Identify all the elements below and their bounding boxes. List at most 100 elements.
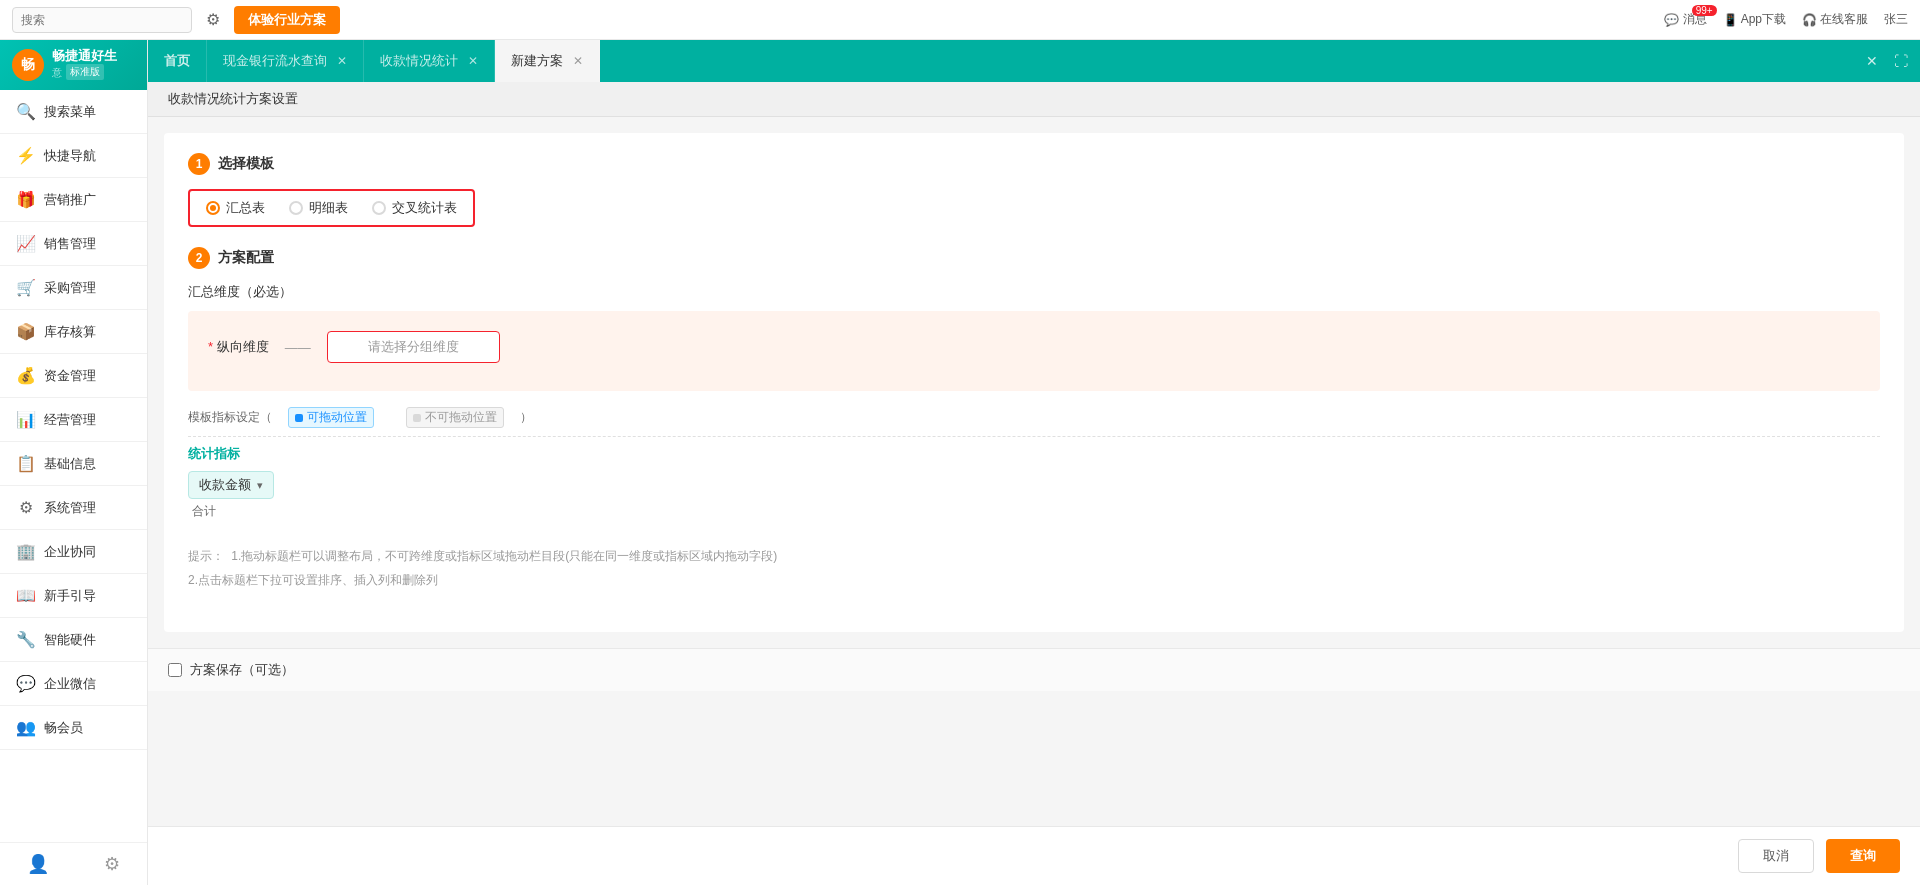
sidebar-item-system[interactable]: ⚙ 系统管理 xyxy=(0,486,147,530)
tip1-row: 提示： 1.拖动标题栏可以调整布局，不可跨维度或指标区域拖动栏目段(只能在同一维… xyxy=(188,544,1880,568)
dimension-arrow: —— xyxy=(285,340,311,355)
search-icon: 🔍 xyxy=(16,102,36,121)
radio-detail[interactable] xyxy=(289,201,303,215)
top-header: ⚙ 体验行业方案 💬 消息 99+ 📱 App下载 🎧 在线客服 张三 xyxy=(0,0,1920,40)
sidebar-label-guide: 新手引导 xyxy=(44,587,96,605)
tab-home[interactable]: 首页 xyxy=(148,40,207,82)
tab-receipts-label: 收款情况统计 xyxy=(380,52,458,70)
sidebar-item-wechat[interactable]: 💬 企业微信 xyxy=(0,662,147,706)
dimension-row: * 纵向维度 —— 请选择分组维度 xyxy=(208,331,1860,363)
tab-bar: 首页 现金银行流水查询 ✕ 收款情况统计 ✕ 新建方案 ✕ ✕ ⛶ xyxy=(148,40,1920,82)
tab-receipts[interactable]: 收款情况统计 ✕ xyxy=(364,40,495,82)
draggable-dot xyxy=(295,414,303,422)
step1-title: 1 选择模板 xyxy=(188,153,1880,175)
template-detail-label: 明细表 xyxy=(309,199,348,217)
query-button[interactable]: 查询 xyxy=(1826,839,1900,873)
tab-bar-right: ✕ ⛶ xyxy=(1862,40,1920,82)
sidebar-item-enterprise[interactable]: 🏢 企业协同 xyxy=(0,530,147,574)
industry-btn[interactable]: 体验行业方案 xyxy=(234,6,340,34)
sidebar-item-purchase[interactable]: 🛒 采购管理 xyxy=(0,266,147,310)
hardware-icon: 🔧 xyxy=(16,630,36,649)
step1-num: 1 xyxy=(188,153,210,175)
draggable-badge: 可拖动位置 xyxy=(288,407,374,428)
tab-maximize-btn[interactable]: ⛶ xyxy=(1890,49,1912,73)
content-area: 首页 现金银行流水查询 ✕ 收款情况统计 ✕ 新建方案 ✕ ✕ ⛶ xyxy=(148,40,1920,885)
template-summary-label: 汇总表 xyxy=(226,199,265,217)
tab-new-plan-close[interactable]: ✕ xyxy=(573,54,583,68)
tip2-text: 2.点击标题栏下拉可设置排序、插入列和删除列 xyxy=(188,573,438,587)
template-cross-label: 交叉统计表 xyxy=(392,199,457,217)
sidebar-label-basic-info: 基础信息 xyxy=(44,455,96,473)
step2-num: 2 xyxy=(188,247,210,269)
marketing-icon: 🎁 xyxy=(16,190,36,209)
sidebar-item-member[interactable]: 👥 畅会员 xyxy=(0,706,147,750)
user-name[interactable]: 张三 xyxy=(1884,11,1908,28)
template-cross[interactable]: 交叉统计表 xyxy=(372,199,457,217)
cancel-button[interactable]: 取消 xyxy=(1738,839,1814,873)
online-service-link[interactable]: 🎧 在线客服 xyxy=(1802,11,1868,28)
sidebar-label-hardware: 智能硬件 xyxy=(44,631,96,649)
radio-cross[interactable] xyxy=(372,201,386,215)
purchase-icon: 🛒 xyxy=(16,278,36,297)
edition-badge: 标准版 xyxy=(66,64,104,80)
non-draggable-label: 不可拖动位置 xyxy=(425,409,497,426)
gear-button[interactable]: ⚙ xyxy=(200,7,226,33)
guide-icon: 📖 xyxy=(16,586,36,605)
tab-new-plan[interactable]: 新建方案 ✕ xyxy=(495,40,600,82)
sidebar-item-basic-info[interactable]: 📋 基础信息 xyxy=(0,442,147,486)
app-icon: 📱 xyxy=(1723,13,1738,27)
step1-section: 1 选择模板 汇总表 明细表 xyxy=(188,153,1880,227)
tab-home-label: 首页 xyxy=(164,52,190,70)
radio-summary[interactable] xyxy=(206,201,220,215)
save-checkbox[interactable] xyxy=(168,663,182,677)
save-section: 方案保存（可选） xyxy=(148,648,1920,691)
page-header: 收款情况统计方案设置 xyxy=(148,82,1920,117)
template-detail[interactable]: 明细表 xyxy=(289,199,348,217)
tab-cashflow[interactable]: 现金银行流水查询 ✕ xyxy=(207,40,364,82)
form-container: 1 选择模板 汇总表 明细表 xyxy=(164,133,1904,632)
page-body: 收款情况统计方案设置 1 选择模板 汇总表 xyxy=(148,82,1920,826)
sidebar-label-enterprise: 企业协同 xyxy=(44,543,96,561)
step1-label: 选择模板 xyxy=(218,155,274,173)
sidebar-label-wechat: 企业微信 xyxy=(44,675,96,693)
chevron-down-icon: ▾ xyxy=(257,479,263,492)
sidebar-item-guide[interactable]: 📖 新手引导 xyxy=(0,574,147,618)
sidebar-item-operations[interactable]: 📊 经营管理 xyxy=(0,398,147,442)
save-label: 方案保存（可选） xyxy=(190,661,294,679)
dimension-placeholder[interactable]: 请选择分组维度 xyxy=(327,331,500,363)
metrics-divider xyxy=(188,436,1880,437)
sidebar-item-quick-nav[interactable]: ⚡ 快捷导航 xyxy=(0,134,147,178)
metrics-label: 统计指标 xyxy=(188,445,1880,463)
sidebar-person-icon[interactable]: 👤 xyxy=(27,853,49,875)
logo-area: 畅 畅捷通好生 意 标准版 xyxy=(0,40,147,90)
logo-text: 畅捷通好生 xyxy=(52,48,117,64)
tab-receipts-close[interactable]: ✕ xyxy=(468,54,478,68)
sidebar-item-inventory[interactable]: 📦 库存核算 xyxy=(0,310,147,354)
tab-close-all-btn[interactable]: ✕ xyxy=(1862,49,1882,73)
sidebar-label-inventory: 库存核算 xyxy=(44,323,96,341)
sidebar-label-finance: 资金管理 xyxy=(44,367,96,385)
message-badge[interactable]: 💬 消息 99+ xyxy=(1664,11,1707,28)
sidebar-item-search[interactable]: 🔍 搜索菜单 xyxy=(0,90,147,134)
sidebar-item-sales[interactable]: 📈 销售管理 xyxy=(0,222,147,266)
tip2-row: 2.点击标题栏下拉可设置排序、插入列和删除列 xyxy=(188,568,1880,592)
metric-tag-container: 收款金额 ▾ 合计 xyxy=(188,471,1880,520)
sidebar-item-hardware[interactable]: 🔧 智能硬件 xyxy=(0,618,147,662)
app-download-link[interactable]: 📱 App下载 xyxy=(1723,11,1786,28)
member-icon: 👥 xyxy=(16,718,36,737)
dimension-area: * 纵向维度 —— 请选择分组维度 xyxy=(188,311,1880,391)
dimension-title: 汇总维度（必选） xyxy=(188,283,1880,301)
search-input[interactable] xyxy=(12,7,192,33)
sidebar-label-search: 搜索菜单 xyxy=(44,103,96,121)
tip1-text: 1.拖动标题栏可以调整布局，不可跨维度或指标区域拖动栏目段(只能在同一维度或指标… xyxy=(231,549,777,563)
template-summary[interactable]: 汇总表 xyxy=(206,199,265,217)
sidebar-item-finance[interactable]: 💰 资金管理 xyxy=(0,354,147,398)
tips-title-label: 提示： xyxy=(188,549,224,563)
sidebar-item-marketing[interactable]: 🎁 营销推广 xyxy=(0,178,147,222)
main-container: 畅 畅捷通好生 意 标准版 🔍 搜索菜单 ⚡ 快捷导航 🎁 营销推广 📈 销售管… xyxy=(0,40,1920,885)
tab-cashflow-close[interactable]: ✕ xyxy=(337,54,347,68)
sidebar-settings-icon[interactable]: ⚙ xyxy=(104,853,120,875)
inventory-icon: 📦 xyxy=(16,322,36,341)
basic-info-icon: 📋 xyxy=(16,454,36,473)
metric-tag-amount[interactable]: 收款金额 ▾ xyxy=(188,471,274,499)
